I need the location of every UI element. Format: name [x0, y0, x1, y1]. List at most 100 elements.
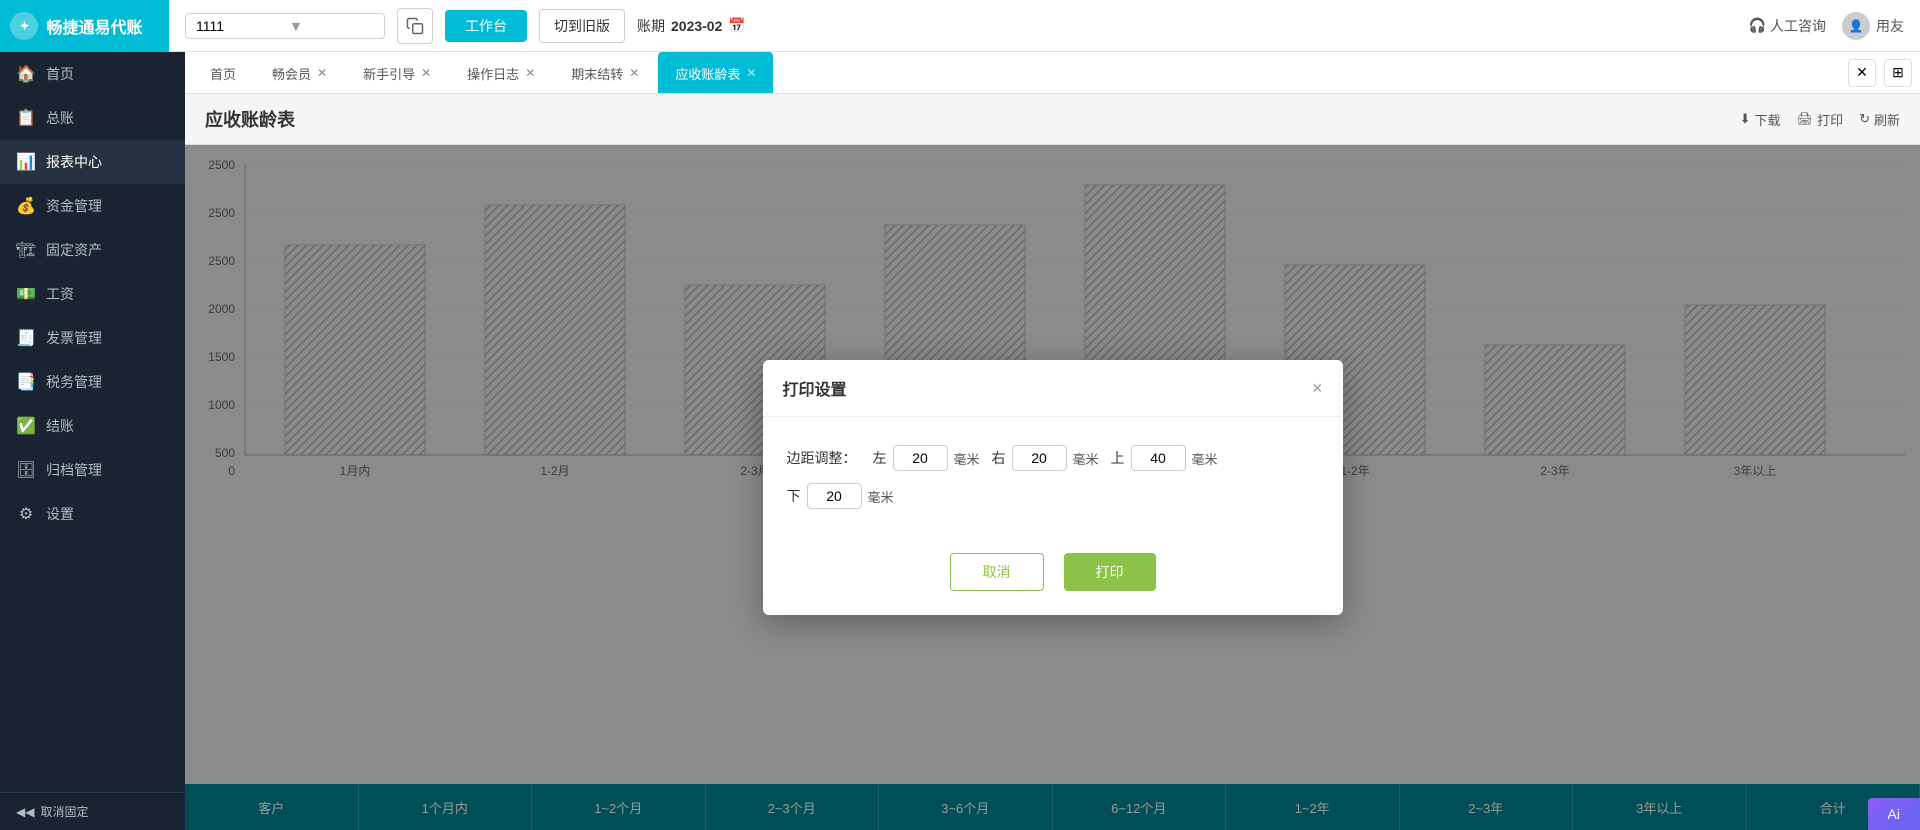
dropdown-icon: ▼ [289, 18, 374, 34]
sidebar-label-funds: 资金管理 [46, 196, 102, 216]
dialog-close-button[interactable]: × [1312, 379, 1323, 397]
sidebar-item-archive[interactable]: 🗄 归档管理 [0, 448, 185, 492]
support-button[interactable]: 🎧 人工咨询 [1749, 16, 1826, 36]
sidebar-item-salary[interactable]: 💵 工资 [0, 272, 185, 316]
tab-guide-label: 新手引导 [363, 64, 415, 83]
reports-icon: 📊 [16, 152, 36, 172]
salary-icon: 💵 [16, 284, 36, 304]
sidebar-label-archive: 归档管理 [46, 460, 102, 480]
tab-period-end[interactable]: 期末结转 ✕ [554, 52, 656, 93]
dialog-header: 打印设置 × [763, 360, 1343, 417]
calendar-icon[interactable]: 📅 [728, 17, 745, 34]
workspace-button[interactable]: 工作台 [445, 10, 527, 42]
tabs-right: ✕ ⊞ [1848, 59, 1912, 87]
switch-version-button[interactable]: 切到旧版 [539, 9, 625, 43]
header-right: 🎧 人工咨询 👤 用友 [1749, 12, 1904, 40]
tax-icon: 📑 [16, 372, 36, 392]
sidebar-item-ledger[interactable]: 📋 总账 [0, 96, 185, 140]
sidebar-label-invoice: 发票管理 [46, 328, 102, 348]
user-label: 用友 [1876, 16, 1904, 36]
sidebar-item-funds[interactable]: 💰 资金管理 [0, 184, 185, 228]
user-area[interactable]: 👤 用友 [1842, 12, 1904, 40]
logo-text: 畅捷通易代账 [46, 14, 142, 38]
company-name: 1111 [196, 18, 281, 34]
page-actions: ⬇ 下载 🖨 打印 ↻ 刷新 [1740, 110, 1900, 129]
bottom-margin-group: 下 毫米 [787, 483, 894, 509]
right-margin-unit: 毫米 [1073, 449, 1099, 468]
funds-icon: 💰 [16, 196, 36, 216]
left-margin-group: 左 毫米 [873, 445, 980, 471]
print-dialog: 打印设置 × 边距调整： 左 毫米 右 [763, 360, 1343, 615]
logo: ✦ 畅捷通易代账 [0, 0, 169, 52]
content-area: 首页 畅会员 ✕ 新手引导 ✕ 操作日志 ✕ 期末结转 ✕ 应收账龄表 ✕ [185, 52, 1920, 830]
tab-aging-close[interactable]: ✕ [746, 66, 756, 80]
tab-member-close[interactable]: ✕ [317, 66, 327, 80]
sidebar-item-assets[interactable]: 🏗 固定资产 [0, 228, 185, 272]
sidebar-item-reports[interactable]: 📊 报表中心 [0, 140, 185, 184]
tab-oplog[interactable]: 操作日志 ✕ [450, 52, 552, 93]
bottom-direction-label: 下 [787, 486, 801, 506]
collapse-icon: ◀◀ [16, 805, 34, 819]
print-label: 打印 [1817, 110, 1843, 129]
sidebar-item-checkout[interactable]: ✅ 结账 [0, 404, 185, 448]
tab-period-end-label: 期末结转 [571, 64, 623, 83]
tabs-bar: 首页 畅会员 ✕ 新手引导 ✕ 操作日志 ✕ 期末结转 ✕ 应收账龄表 ✕ [185, 52, 1920, 94]
tab-close-all-button[interactable]: ✕ [1848, 59, 1876, 87]
ai-badge[interactable]: Ai [1868, 798, 1920, 830]
period-area: 账期 2023-02 📅 [637, 16, 746, 36]
sidebar-item-invoice[interactable]: 🧾 发票管理 [0, 316, 185, 360]
refresh-button[interactable]: ↻ 刷新 [1859, 110, 1900, 129]
copy-icon-btn[interactable] [397, 8, 433, 44]
support-label: 人工咨询 [1770, 16, 1826, 36]
sidebar-item-tax[interactable]: 📑 税务管理 [0, 360, 185, 404]
tab-aging[interactable]: 应收账龄表 ✕ [658, 52, 773, 93]
collapse-label: 取消固定 [40, 803, 88, 820]
period-label: 账期 [637, 16, 665, 36]
right-margin-input[interactable] [1012, 445, 1067, 471]
print-button[interactable]: 🖨 打印 [1797, 110, 1844, 129]
invoice-icon: 🧾 [16, 328, 36, 348]
company-selector[interactable]: 1111 ▼ [185, 13, 385, 39]
sidebar-item-settings[interactable]: ⚙ 设置 [0, 492, 185, 536]
sidebar-label-salary: 工资 [46, 284, 74, 304]
logo-icon: ✦ [10, 12, 38, 40]
checkout-icon: ✅ [16, 416, 36, 436]
top-margin-group: 上 毫米 [1111, 445, 1218, 471]
sidebar-collapse-button[interactable]: ◀◀ 取消固定 [0, 792, 185, 830]
bottom-margin-input[interactable] [807, 483, 862, 509]
sidebar-label-assets: 固定资产 [46, 240, 102, 260]
top-direction-label: 上 [1111, 448, 1125, 468]
tab-oplog-label: 操作日志 [467, 64, 519, 83]
sidebar-item-home[interactable]: 🏠 首页 [0, 52, 185, 96]
refresh-icon: ↻ [1859, 111, 1870, 127]
tab-oplog-close[interactable]: ✕ [525, 66, 535, 80]
tab-member[interactable]: 畅会员 ✕ [255, 52, 344, 93]
confirm-print-button[interactable]: 打印 [1064, 553, 1156, 591]
tab-home[interactable]: 首页 [193, 52, 253, 93]
tab-guide-close[interactable]: ✕ [421, 66, 431, 80]
page-header: 应收账龄表 ⬇ 下载 🖨 打印 ↻ 刷新 [185, 94, 1920, 145]
download-icon: ⬇ [1740, 111, 1751, 127]
top-margin-unit: 毫米 [1192, 449, 1218, 468]
tab-home-label: 首页 [210, 64, 236, 83]
settings-icon: ⚙ [16, 504, 36, 524]
sidebar: 🏠 首页 📋 总账 📊 报表中心 💰 资金管理 🏗 固定资产 💵 工资 [0, 52, 185, 830]
dialog-footer: 取消 打印 [763, 537, 1343, 615]
right-direction-label: 右 [992, 448, 1006, 468]
page-title: 应收账龄表 [205, 106, 295, 132]
top-margin-input[interactable] [1131, 445, 1186, 471]
tab-expand-button[interactable]: ⊞ [1884, 59, 1912, 87]
left-margin-input[interactable] [893, 445, 948, 471]
tab-period-end-close[interactable]: ✕ [629, 66, 639, 80]
download-button[interactable]: ⬇ 下载 [1740, 110, 1781, 129]
bottom-margin-unit: 毫米 [868, 487, 894, 506]
tab-aging-label: 应收账龄表 [675, 64, 740, 83]
cancel-button[interactable]: 取消 [950, 553, 1044, 591]
archive-icon: 🗄 [16, 460, 36, 480]
left-direction-label: 左 [873, 448, 887, 468]
tab-guide[interactable]: 新手引导 ✕ [346, 52, 448, 93]
refresh-label: 刷新 [1874, 110, 1900, 129]
right-margin-group: 右 毫米 [992, 445, 1099, 471]
ledger-icon: 📋 [16, 108, 36, 128]
headset-icon: 🎧 [1749, 17, 1766, 34]
